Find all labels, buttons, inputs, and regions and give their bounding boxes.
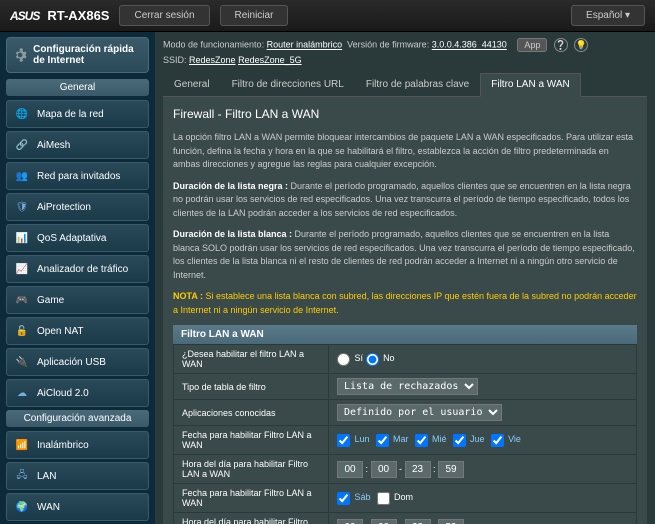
section-filter: Filtro LAN a WAN <box>173 325 637 344</box>
sidebar: Configuración rápida de Internet General… <box>0 32 155 524</box>
lbl-known: Aplicaciones conocidas <box>174 400 329 426</box>
nav-open-nat[interactable]: 🔓Open NAT <box>6 317 149 345</box>
nav-icon: 🎮 <box>13 292 31 308</box>
nav-icon: 🌐 <box>13 106 31 122</box>
nav-aicloud-2.0[interactable]: ☁AiCloud 2.0 <box>6 379 149 407</box>
info-row-1: Modo de funcionamiento: Router inalámbri… <box>163 38 647 52</box>
qis-button[interactable]: Configuración rápida de Internet <box>6 37 149 73</box>
op-mode-link[interactable]: Router inalámbrico <box>267 40 343 50</box>
reboot-button[interactable]: Reiniciar <box>220 5 289 26</box>
logout-button[interactable]: Cerrar sesión <box>119 5 209 26</box>
tab-bar: GeneralFiltro de direcciones URLFiltro d… <box>163 73 647 97</box>
nav-aimesh[interactable]: 🔗AiMesh <box>6 131 149 159</box>
firmware-link[interactable]: 3.0.0.4.386_44130 <box>432 40 507 50</box>
t-m2[interactable] <box>438 519 464 524</box>
chk-Mar[interactable]: Mar <box>376 434 409 444</box>
section-advanced: Configuración avanzada <box>6 410 149 427</box>
nav-qos-adaptativa[interactable]: 📊QoS Adaptativa <box>6 224 149 252</box>
radio-no[interactable]: No <box>366 353 395 363</box>
model-label: RT-AX86S <box>47 8 109 23</box>
nav-icon: 🔌 <box>13 354 31 370</box>
nav-aplicación-usb[interactable]: 🔌Aplicación USB <box>6 348 149 376</box>
ssid2-link[interactable]: RedesZone_5G <box>238 55 302 65</box>
nav-mapa-de-la-red[interactable]: 🌐Mapa de la red <box>6 100 149 128</box>
t-h1[interactable] <box>337 519 363 524</box>
tab-0[interactable]: General <box>163 73 221 96</box>
lbl-date1: Fecha para habilitar Filtro LAN a WAN <box>174 426 329 455</box>
help-icon[interactable]: ❔ <box>554 38 568 52</box>
nav-icon: 🛡 <box>13 199 31 215</box>
nav-wan[interactable]: 🌍WAN <box>6 493 149 521</box>
t-m1[interactable] <box>371 519 397 524</box>
nav-icon: 🔓 <box>13 323 31 339</box>
t-m1[interactable] <box>371 461 397 478</box>
ssid1-link[interactable]: RedesZone <box>189 55 236 65</box>
chk-Vie[interactable]: Vie <box>491 434 521 444</box>
nav-icon: 🔗 <box>13 137 31 153</box>
t-h1[interactable] <box>337 461 363 478</box>
t-h2[interactable] <box>405 519 431 524</box>
lbl-enable: ¿Desea habilitar el filtro LAN a WAN <box>174 345 329 374</box>
nav-analizador-de-tráfico[interactable]: 📈Analizador de tráfico <box>6 255 149 283</box>
desc-black: Duración de la lista negra : Durante el … <box>173 180 637 221</box>
select-tabletype[interactable]: Lista de rechazados <box>337 378 478 395</box>
nav-icon: 📶 <box>13 437 31 453</box>
top-bar: ASUS RT-AX86S Cerrar sesión Reiniciar Es… <box>0 0 655 32</box>
section-general: General <box>6 79 149 96</box>
lbl-tabletype: Tipo de tabla de filtro <box>174 374 329 400</box>
t-h2[interactable] <box>405 461 431 478</box>
chk-Mié[interactable]: Mié <box>415 434 447 444</box>
nav-icon: 📈 <box>13 261 31 277</box>
nav-game[interactable]: 🎮Game <box>6 286 149 314</box>
radio-yes[interactable]: Sí <box>337 353 363 363</box>
content-area: Modo de funcionamiento: Router inalámbri… <box>155 32 655 524</box>
lbl-time1: Hora del día para habilitar Filtro LAN a… <box>174 455 329 484</box>
t-m2[interactable] <box>438 461 464 478</box>
chk-Jue[interactable]: Jue <box>453 434 485 444</box>
lbl-time2: Hora del día para habilitar Filtro LAN a… <box>174 513 329 524</box>
chk-Sáb[interactable]: Sáb <box>337 492 371 502</box>
bulb-icon[interactable]: 💡 <box>574 38 588 52</box>
nav-icon: 🌍 <box>13 499 31 515</box>
nav-red-para-invitados[interactable]: 👥Red para invitados <box>6 162 149 190</box>
chk-Dom[interactable]: Dom <box>377 492 414 502</box>
nav-icon: 📊 <box>13 230 31 246</box>
desc-intro: La opción filtro LAN a WAN permite bloqu… <box>173 131 637 172</box>
note-text: NOTA : Si establece una lista blanca con… <box>173 290 637 317</box>
nav-inalámbrico[interactable]: 📶Inalámbrico <box>6 431 149 459</box>
tab-3[interactable]: Filtro LAN a WAN <box>480 73 581 97</box>
language-select[interactable]: Español ▾ <box>571 5 645 26</box>
info-row-2: SSID: RedesZone RedesZone_5G <box>163 55 647 65</box>
gear-icon <box>13 45 27 65</box>
page-title: Firewall - Filtro LAN a WAN <box>173 107 637 121</box>
nav-lan[interactable]: 🖧LAN <box>6 462 149 490</box>
nav-icon: 🖧 <box>13 468 31 484</box>
select-known[interactable]: Definido por el usuario <box>337 404 502 421</box>
nav-aiprotection[interactable]: 🛡AiProtection <box>6 193 149 221</box>
nav-icon: ☁ <box>13 385 31 401</box>
brand-logo: ASUS <box>10 9 39 23</box>
firewall-panel: Firewall - Filtro LAN a WAN La opción fi… <box>163 97 647 524</box>
app-badge[interactable]: App <box>517 38 547 52</box>
desc-white: Duración de la lista blanca : Durante el… <box>173 228 637 282</box>
chk-Lun[interactable]: Lun <box>337 434 370 444</box>
nav-icon: 👥 <box>13 168 31 184</box>
settings-table: ¿Desea habilitar el filtro LAN a WAN Sí … <box>173 344 637 524</box>
lbl-date2: Fecha para habilitar Filtro LAN a WAN <box>174 484 329 513</box>
tab-1[interactable]: Filtro de direcciones URL <box>221 73 355 96</box>
tab-2[interactable]: Filtro de palabras clave <box>355 73 480 96</box>
